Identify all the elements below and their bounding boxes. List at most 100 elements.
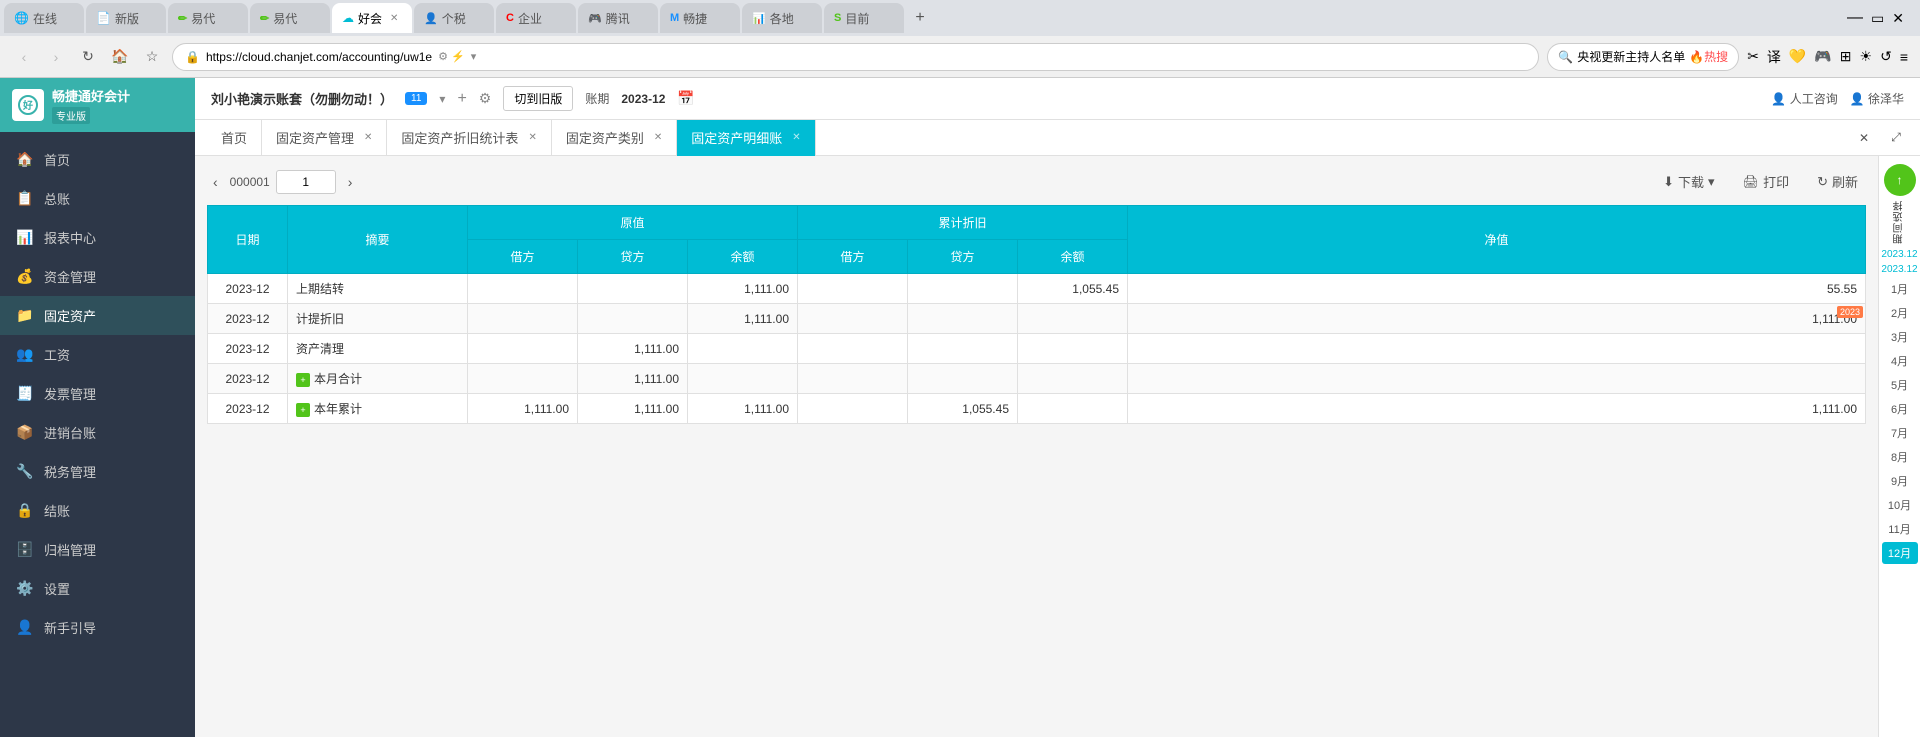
- month-3[interactable]: 3月: [1882, 326, 1918, 348]
- home-button[interactable]: 🏠: [108, 45, 132, 69]
- sidebar-item-fixed-assets[interactable]: 📁 固定资产: [0, 296, 195, 335]
- browser-tab-yidai2[interactable]: ✏ 易代: [250, 3, 330, 33]
- print-button[interactable]: 🖨 打印: [1735, 168, 1798, 195]
- sidebar-item-guide[interactable]: 👤 新手引导: [0, 608, 195, 647]
- sidebar-label-tax: 税务管理: [44, 462, 96, 481]
- restore-icon[interactable]: ▭: [1871, 10, 1884, 27]
- next-page-button[interactable]: ›: [342, 172, 359, 192]
- tab-close-asset-management[interactable]: ✕: [364, 132, 372, 143]
- browser-tab-tengxun[interactable]: 🎮 腾讯: [578, 3, 658, 33]
- cell-orig-balance: 1,111.00: [688, 304, 798, 334]
- cell-dep-debit: [798, 394, 908, 424]
- grid-icon[interactable]: ⊞: [1840, 48, 1852, 65]
- month-4[interactable]: 4月: [1882, 350, 1918, 372]
- tab-label: 易代: [273, 10, 297, 27]
- browser-tab-changjie[interactable]: M 畅捷: [660, 3, 740, 33]
- cell-dep-balance: [1018, 334, 1128, 364]
- calendar-icon[interactable]: 📅: [677, 90, 694, 107]
- search-bar[interactable]: 🔍 央视更新主持人名单 🔥热搜: [1547, 43, 1739, 71]
- history-back-icon[interactable]: ↺: [1880, 48, 1892, 65]
- month-5[interactable]: 5月: [1882, 374, 1918, 396]
- help-button[interactable]: 👤 人工咨询: [1771, 90, 1837, 107]
- sidebar-item-home[interactable]: 🏠 首页: [0, 140, 195, 179]
- tab-asset-management[interactable]: 固定资产管理 ✕: [262, 120, 387, 156]
- translate-icon[interactable]: 译: [1767, 47, 1781, 67]
- bookmark-button[interactable]: ☆: [140, 45, 164, 69]
- brightness-icon[interactable]: ☀: [1860, 48, 1873, 65]
- browser-tab-haohui[interactable]: ☁ 好会 ✕: [332, 3, 412, 33]
- minimize-icon[interactable]: —: [1847, 9, 1863, 27]
- help-float-button[interactable]: ↑: [1884, 164, 1916, 196]
- month-6[interactable]: 6月: [1882, 398, 1918, 420]
- nav-row: ‹ 000001 › ⬇ 下载 ▾ 🖨 打印: [207, 168, 1866, 195]
- tab-home[interactable]: 首页: [207, 120, 262, 156]
- user-info[interactable]: 👤 徐泽华: [1850, 90, 1904, 107]
- month-9[interactable]: 9月: [1882, 470, 1918, 492]
- month-10[interactable]: 10月: [1882, 494, 1918, 516]
- sidebar-item-closing[interactable]: 🔒 结账: [0, 491, 195, 530]
- month-2[interactable]: 2月: [1882, 302, 1918, 324]
- page-number-input[interactable]: [276, 170, 336, 194]
- month-11[interactable]: 11月: [1882, 518, 1918, 540]
- download-dropdown-icon[interactable]: ▾: [1708, 174, 1715, 190]
- menu-icon[interactable]: ≡: [1900, 49, 1908, 65]
- tab-depreciation-stats[interactable]: 固定资产折旧统计表 ✕: [387, 120, 551, 156]
- tab-close-asset-detail-ledger[interactable]: ✕: [792, 132, 800, 143]
- cell-dep-credit: 1,055.45: [908, 394, 1018, 424]
- month-8[interactable]: 8月: [1882, 446, 1918, 468]
- tab-close-icon[interactable]: ✕: [390, 13, 398, 24]
- cell-dep-balance: [1018, 364, 1128, 394]
- browser-tab-xinban[interactable]: 📄 新版: [86, 3, 166, 33]
- browser-tab-geshui[interactable]: 👤 个税: [414, 3, 494, 33]
- scissors-icon[interactable]: ✂: [1747, 48, 1759, 65]
- cell-orig-credit: [578, 304, 688, 334]
- tab-label: 易代: [191, 10, 215, 27]
- logo-icon: 好: [12, 89, 44, 121]
- col-dep-debit: 借方: [798, 240, 908, 274]
- cell-dep-debit: [798, 274, 908, 304]
- reload-button[interactable]: ↻: [76, 45, 100, 69]
- cell-net-value: 1,111.00 2023: [1128, 304, 1866, 334]
- sidebar-item-invoice[interactable]: 🧾 发票管理: [0, 374, 195, 413]
- sidebar-item-archive[interactable]: 🗄️ 归档管理: [0, 530, 195, 569]
- browser-tab-qiye[interactable]: C 企业: [496, 3, 576, 33]
- refresh-button[interactable]: ↻ 刷新: [1809, 168, 1866, 195]
- tab-close-depreciation-stats[interactable]: ✕: [528, 132, 536, 143]
- browser-tab-zaixin[interactable]: 🌐 在线: [4, 3, 84, 33]
- forward-button[interactable]: ›: [44, 45, 68, 69]
- tab-asset-detail-ledger[interactable]: 固定资产明细账 ✕: [677, 120, 815, 156]
- month-1[interactable]: 1月: [1882, 278, 1918, 300]
- settings-icon[interactable]: ⚙: [479, 90, 492, 107]
- wallet-icon[interactable]: 💛: [1789, 48, 1806, 65]
- new-tab-button[interactable]: +: [906, 4, 934, 32]
- sidebar-item-payroll[interactable]: 👥 工资: [0, 335, 195, 374]
- sidebar-item-inventory[interactable]: 📦 进销台账: [0, 413, 195, 452]
- browser-tab-gedi[interactable]: 📊 各地: [742, 3, 822, 33]
- switch-version-button[interactable]: 切到旧版: [503, 86, 573, 111]
- browser-tab-yidai1[interactable]: ✏ 易代: [168, 3, 248, 33]
- collapse-tab-button[interactable]: ✕: [1852, 126, 1876, 150]
- game-icon[interactable]: 🎮: [1814, 48, 1831, 65]
- prev-page-button[interactable]: ‹: [207, 172, 224, 192]
- tab-icon: S: [834, 12, 841, 24]
- download-button[interactable]: ⬇ 下载 ▾: [1655, 168, 1722, 195]
- month-12[interactable]: 12月: [1882, 542, 1918, 564]
- browser-tab-muqian[interactable]: S 目前: [824, 3, 904, 33]
- dropdown-icon[interactable]: ▾: [471, 50, 477, 63]
- sidebar-item-reports[interactable]: 📊 报表中心: [0, 218, 195, 257]
- month-7[interactable]: 7月: [1882, 422, 1918, 444]
- tab-close-asset-category[interactable]: ✕: [654, 132, 662, 143]
- page-nav: ‹ 000001 ›: [207, 170, 358, 194]
- close-icon[interactable]: ✕: [1892, 10, 1904, 27]
- dropdown-arrow-icon[interactable]: ▾: [439, 92, 445, 106]
- expand-tab-button[interactable]: ⤢: [1884, 126, 1908, 150]
- sidebar-item-tax[interactable]: 🔧 税务管理: [0, 452, 195, 491]
- sidebar-item-general-ledger[interactable]: 📋 总账: [0, 179, 195, 218]
- url-bar[interactable]: 🔒 https://cloud.chanjet.com/accounting/u…: [172, 43, 1539, 71]
- sidebar-nav: 🏠 首页 📋 总账 📊 报表中心 💰 资金管理 📁 固定资产 👥 工资: [0, 132, 195, 737]
- sidebar-item-funds[interactable]: 💰 资金管理: [0, 257, 195, 296]
- add-account-icon[interactable]: +: [457, 90, 466, 108]
- back-button[interactable]: ‹: [12, 45, 36, 69]
- sidebar-item-settings[interactable]: ⚙️ 设置: [0, 569, 195, 608]
- tab-asset-category[interactable]: 固定资产类别 ✕: [552, 120, 677, 156]
